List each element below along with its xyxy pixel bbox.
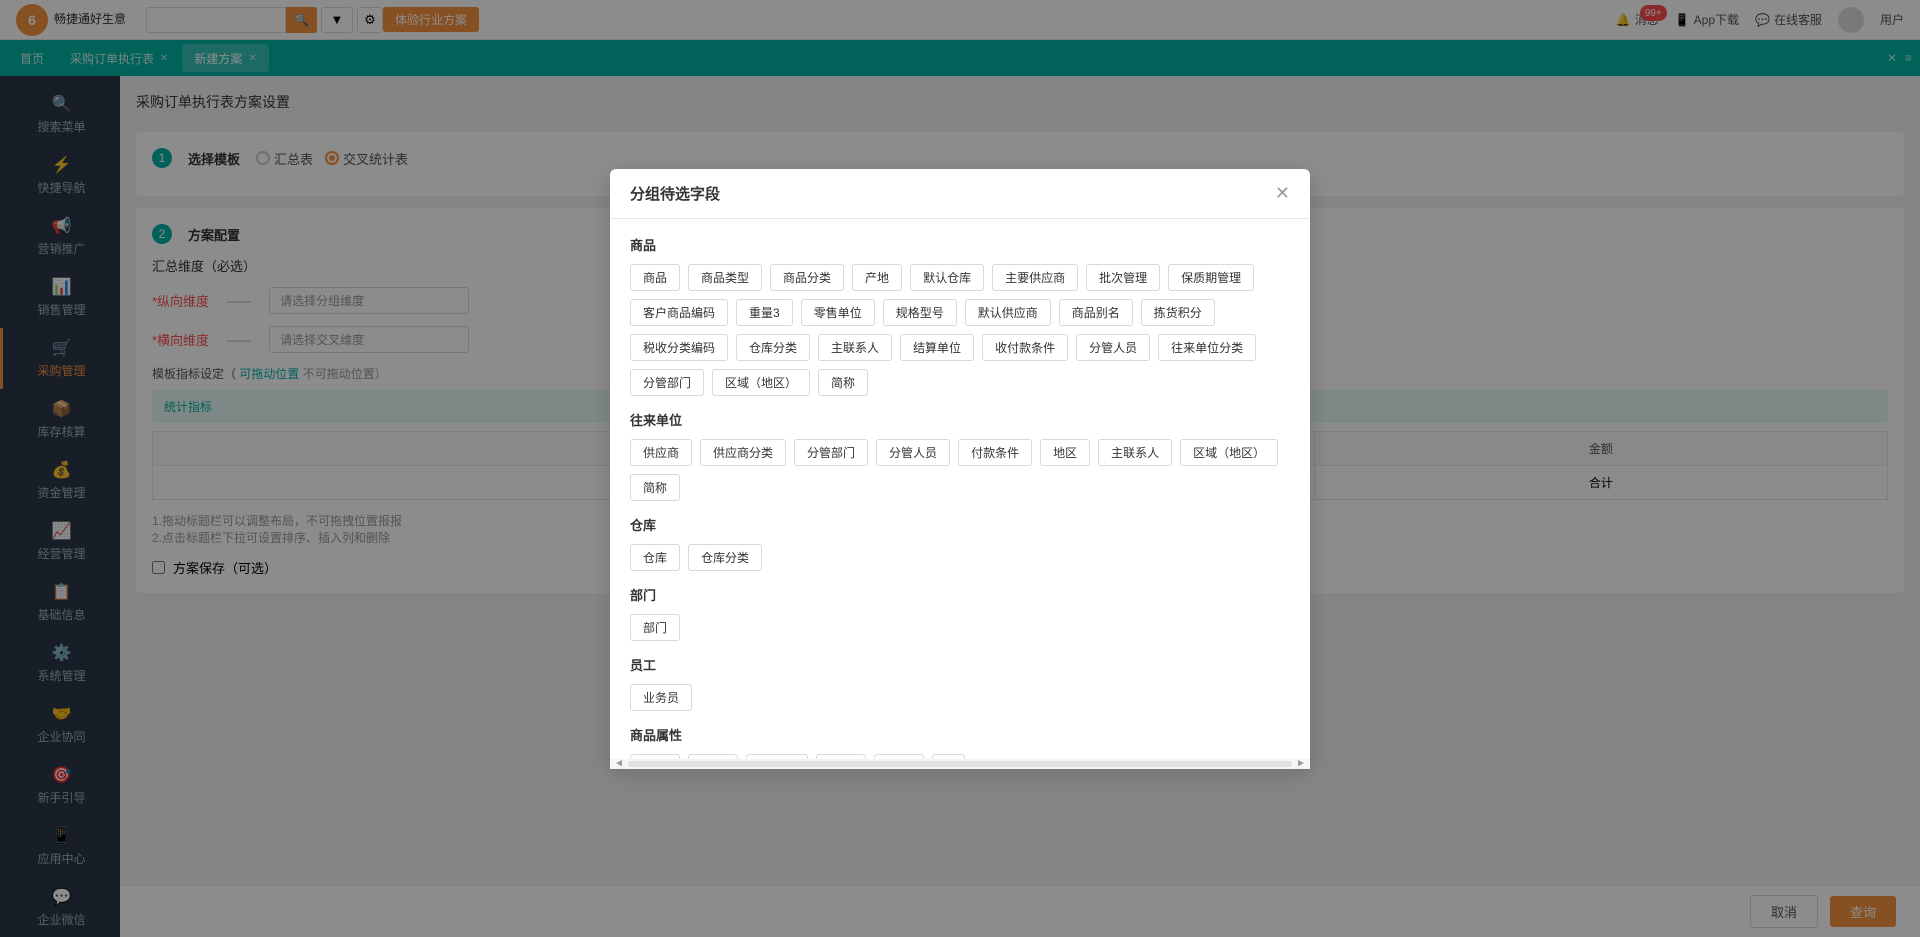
field-tag[interactable]: 简称 <box>818 369 868 396</box>
field-tag[interactable]: 默认仓库 <box>910 264 984 291</box>
field-tag[interactable]: 保质期管理 <box>1168 264 1254 291</box>
field-tag[interactable]: 简称 <box>630 474 680 501</box>
field-grid-partner: 供应商 供应商分类 分管部门 分管人员 付款条件 地区 主联系人 区域（地区） … <box>630 439 1290 501</box>
modal-title: 分组待选字段 <box>630 183 720 204</box>
field-tag[interactable]: 付款条件 <box>958 439 1032 466</box>
field-tag[interactable]: 拣货积分 <box>1141 299 1215 326</box>
section-product-attr-title: 商品属性 <box>630 725 1290 744</box>
field-tag[interactable]: 批次管理 <box>1086 264 1160 291</box>
field-tag[interactable]: 分管部门 <box>630 369 704 396</box>
field-tag[interactable]: 商品 <box>630 264 680 291</box>
field-tag[interactable]: 分管人员 <box>876 439 950 466</box>
modal-close-icon[interactable]: ✕ <box>1275 184 1290 202</box>
field-grid-department: 部门 <box>630 614 1290 641</box>
section-warehouse-title: 仓库 <box>630 515 1290 534</box>
field-tag[interactable]: 仓库 <box>630 544 680 571</box>
section-partner-title: 往来单位 <box>630 410 1290 429</box>
field-tag[interactable]: 零售单位 <box>801 299 875 326</box>
field-tag[interactable]: 商品别名 <box>1059 299 1133 326</box>
field-tag[interactable]: 税收分类编码 <box>630 334 728 361</box>
field-tag[interactable]: 规格型号 <box>883 299 957 326</box>
field-grid-employee: 业务员 <box>630 684 1290 711</box>
field-tag[interactable]: 分管人员 <box>1076 334 1150 361</box>
field-tag[interactable]: 主联系人 <box>1098 439 1172 466</box>
field-grid-warehouse: 仓库 仓库分类 <box>630 544 1290 571</box>
field-tag[interactable]: 结算单位 <box>900 334 974 361</box>
field-tag[interactable]: 商品分类 <box>770 264 844 291</box>
field-tag[interactable]: 供应商 <box>630 439 692 466</box>
section-employee-title: 员工 <box>630 655 1290 674</box>
field-tag[interactable]: 收付款条件 <box>982 334 1068 361</box>
section-department-title: 部门 <box>630 585 1290 604</box>
field-tag[interactable]: 产地 <box>852 264 902 291</box>
field-tag[interactable]: 客户商品编码 <box>630 299 728 326</box>
modal-overlay: 分组待选字段 ✕ 商品 商品 商品类型 商品分类 产地 默认仓库 主要供应商 批… <box>0 0 1920 937</box>
modal-header: 分组待选字段 ✕ <box>610 169 1310 219</box>
hscroll-track <box>628 761 1292 767</box>
field-tag[interactable]: 分管部门 <box>794 439 868 466</box>
field-tag[interactable]: 供应商分类 <box>700 439 786 466</box>
field-tag[interactable]: 业务员 <box>630 684 692 711</box>
field-tag[interactable]: 主联系人 <box>818 334 892 361</box>
section-goods-title: 商品 <box>630 235 1290 254</box>
field-tag[interactable]: 仓库分类 <box>688 544 762 571</box>
field-tag[interactable]: 商品类型 <box>688 264 762 291</box>
field-tag[interactable]: 区域（地区） <box>1180 439 1278 466</box>
field-tag[interactable]: 区域（地区） <box>712 369 810 396</box>
field-tag[interactable]: 主要供应商 <box>992 264 1078 291</box>
field-tag[interactable]: 地区 <box>1040 439 1090 466</box>
field-tag[interactable]: 默认供应商 <box>965 299 1051 326</box>
field-tag[interactable]: 重量3 <box>736 299 793 326</box>
field-tag[interactable]: 部门 <box>630 614 680 641</box>
field-selection-modal: 分组待选字段 ✕ 商品 商品 商品类型 商品分类 产地 默认仓库 主要供应商 批… <box>610 169 1310 769</box>
modal-body: 商品 商品 商品类型 商品分类 产地 默认仓库 主要供应商 批次管理 保质期管理… <box>610 219 1310 759</box>
field-grid-goods: 商品 商品类型 商品分类 产地 默认仓库 主要供应商 批次管理 保质期管理 客户… <box>630 264 1290 396</box>
field-tag[interactable]: 往来单位分类 <box>1158 334 1256 361</box>
field-tag[interactable]: 仓库分类 <box>736 334 810 361</box>
modal-horizontal-scrollbar[interactable]: ◄ ► <box>610 759 1310 769</box>
